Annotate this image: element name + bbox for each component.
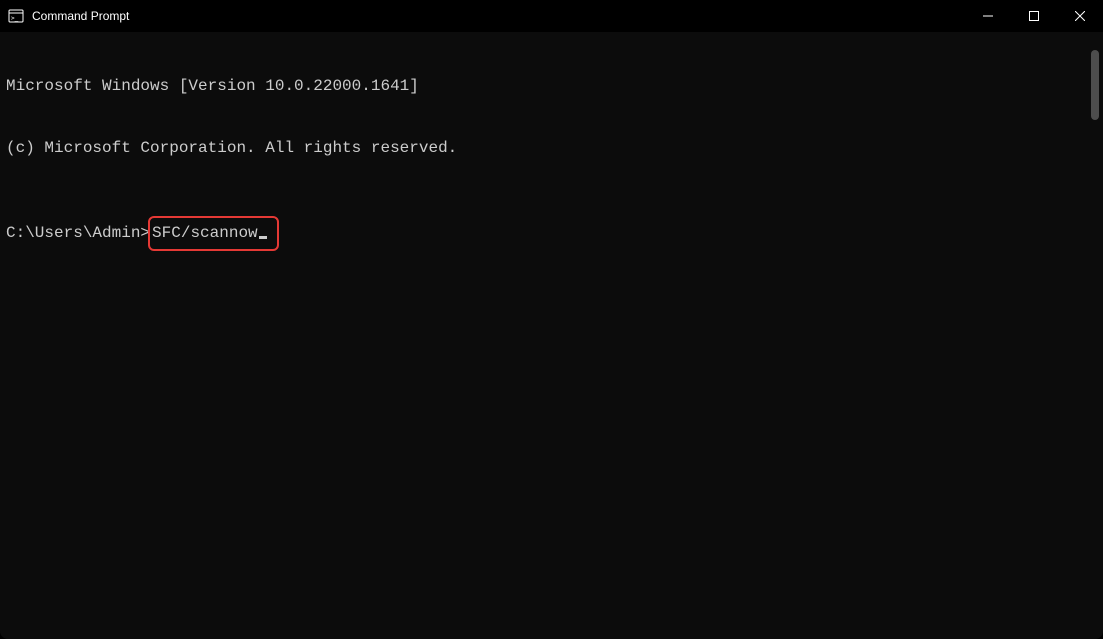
text-cursor-icon xyxy=(259,236,267,239)
titlebar[interactable]: >_ Command Prompt xyxy=(0,0,1103,32)
command-prompt-window: >_ Command Prompt Microsoft Windows [Ver… xyxy=(0,0,1103,639)
minimize-button[interactable] xyxy=(965,0,1011,32)
prompt-path: C:\Users\Admin> xyxy=(6,223,150,244)
terminal-output-area[interactable]: Microsoft Windows [Version 10.0.22000.16… xyxy=(0,32,1103,639)
version-line: Microsoft Windows [Version 10.0.22000.16… xyxy=(6,76,1097,97)
svg-text:>_: >_ xyxy=(11,15,19,22)
typed-command: SFC/scannow xyxy=(152,223,258,244)
app-icon: >_ xyxy=(8,8,24,24)
maximize-button[interactable] xyxy=(1011,0,1057,32)
window-title: Command Prompt xyxy=(32,9,129,23)
scrollbar-thumb[interactable] xyxy=(1091,50,1099,120)
close-button[interactable] xyxy=(1057,0,1103,32)
prompt-line: C:\Users\Admin>SFC/scannow xyxy=(6,216,1097,251)
window-controls xyxy=(965,0,1103,32)
copyright-line: (c) Microsoft Corporation. All rights re… xyxy=(6,138,1097,159)
command-highlight-annotation: SFC/scannow xyxy=(148,216,279,251)
